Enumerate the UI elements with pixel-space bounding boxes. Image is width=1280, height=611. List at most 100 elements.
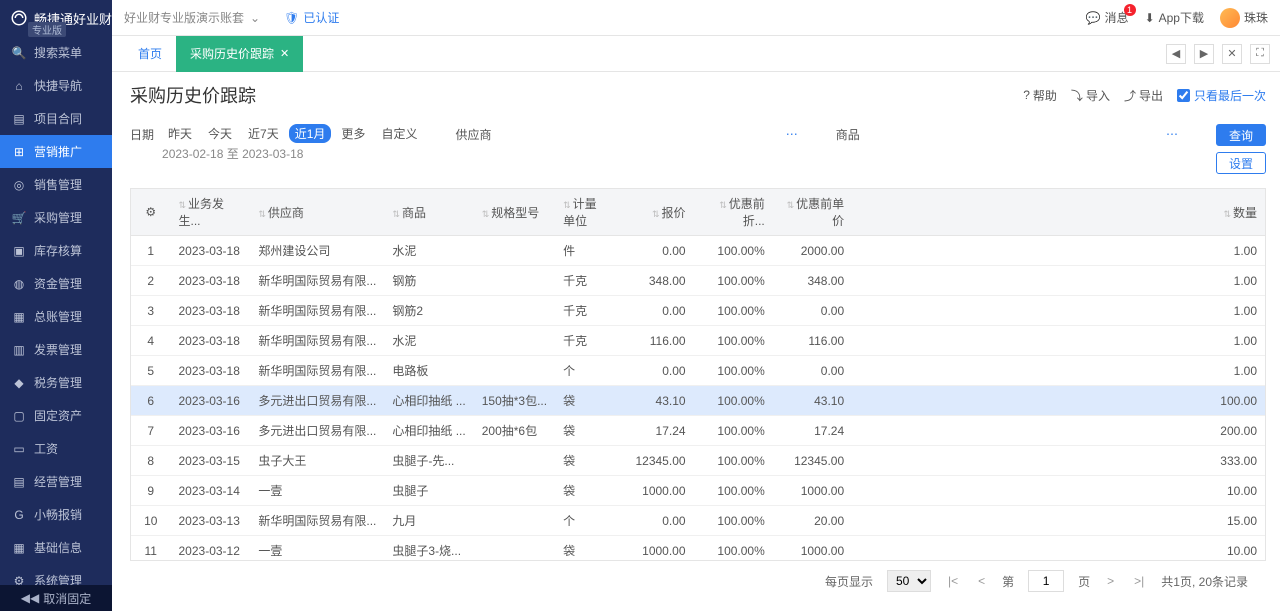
sidebar-item-inv[interactable]: ▥发票管理 — [0, 333, 112, 366]
export-link[interactable]: ⤴导出 — [1124, 87, 1163, 104]
org-name: 好业财专业版演示账套 — [124, 9, 244, 26]
tab-prev-button[interactable]: ◀ — [1166, 44, 1186, 64]
table-row[interactable]: 52023-03-18新华明国际贸易有限...电路板个0.00100.00%0.… — [131, 356, 1265, 386]
sort-icon[interactable]: ⇅ — [719, 200, 727, 210]
tax-icon: ◆ — [12, 376, 26, 390]
date-option[interactable]: 自定义 — [375, 124, 423, 143]
table-cell: 100.00% — [694, 266, 773, 296]
table-cell — [474, 476, 555, 506]
sidebar-item-label: 搜索菜单 — [34, 44, 82, 61]
prev-page-button[interactable]: < — [975, 574, 988, 588]
date-option[interactable]: 今天 — [202, 124, 238, 143]
column-header[interactable]: ⇅优惠前折... — [694, 189, 773, 236]
table-row[interactable]: 82023-03-15虫子大王虫腿子-先...袋12345.00100.00%1… — [131, 446, 1265, 476]
sidebar-item-label: 固定资产 — [34, 407, 82, 424]
next-page-button[interactable]: > — [1104, 574, 1117, 588]
export-label: 导出 — [1139, 87, 1163, 104]
table-cell: 2023-03-18 — [171, 326, 251, 356]
table-row[interactable]: 112023-03-12一壹虫腿子3-烧...袋1000.00100.00%10… — [131, 536, 1265, 561]
table-cell: 2023-03-18 — [171, 236, 251, 266]
sidebar-item-book[interactable]: ▦总账管理 — [0, 300, 112, 333]
sidebar-item-label: 营销推广 — [34, 143, 82, 160]
date-option[interactable]: 昨天 — [162, 124, 198, 143]
tab-home[interactable]: 首页 — [124, 36, 176, 72]
sort-icon[interactable]: ⇅ — [1223, 209, 1231, 219]
first-page-button[interactable]: |< — [945, 574, 961, 588]
product-more-button[interactable]: ⋯ — [1160, 127, 1184, 141]
table-cell: 7 — [131, 416, 171, 446]
sidebar-item-mega[interactable]: ⊞ 营销推广 — [0, 135, 112, 168]
tab-next-button[interactable]: ▶ — [1194, 44, 1214, 64]
table-row[interactable]: 12023-03-18郑州建设公司水泥件0.00100.00%2000.001.… — [131, 236, 1265, 266]
settings-button[interactable]: 设置 — [1216, 152, 1266, 174]
column-header[interactable]: ⇅报价 — [614, 189, 693, 236]
sidebar-item-wage[interactable]: ▭工资 — [0, 432, 112, 465]
sort-icon[interactable]: ⇅ — [787, 200, 795, 210]
tab-close-all-button[interactable]: ✕ — [1222, 44, 1242, 64]
sidebar-item-cart2[interactable]: 🛒采购管理 — [0, 201, 112, 234]
table-row[interactable]: 42023-03-18新华明国际贸易有限...水泥千克116.00100.00%… — [131, 326, 1265, 356]
sidebar-item-tax[interactable]: ◆税务管理 — [0, 366, 112, 399]
column-header[interactable]: ⇅供应商 — [250, 189, 384, 236]
table-row[interactable]: 32023-03-18新华明国际贸易有限...钢筋2千克0.00100.00%0… — [131, 296, 1265, 326]
help-link[interactable]: ?帮助 — [1023, 87, 1057, 104]
sidebar-item-money[interactable]: ◍资金管理 — [0, 267, 112, 300]
table-row[interactable]: 72023-03-16多元进出口贸易有限...心相印抽纸 ...200抽*6包袋… — [131, 416, 1265, 446]
sidebar-item-home[interactable]: ⌂快捷导航 — [0, 69, 112, 102]
sidebar-item-doc[interactable]: ▤项目合同 — [0, 102, 112, 135]
column-header[interactable]: ⇅商品 — [384, 189, 473, 236]
query-button[interactable]: 查询 — [1216, 124, 1266, 146]
date-option[interactable]: 近7天 — [242, 124, 285, 143]
last-page-button[interactable]: >| — [1131, 574, 1147, 588]
sort-icon[interactable]: ⇅ — [392, 209, 400, 219]
table-cell: 8 — [131, 446, 171, 476]
sidebar-item-biz[interactable]: ▤经营管理 — [0, 465, 112, 498]
table-row[interactable]: 22023-03-18新华明国际贸易有限...钢筋千克348.00100.00%… — [131, 266, 1265, 296]
table-cell — [474, 536, 555, 561]
column-header[interactable]: ⇅计量单位 — [555, 189, 614, 236]
sort-icon[interactable]: ⇅ — [482, 209, 490, 219]
user-menu[interactable]: 珠珠 — [1220, 8, 1268, 28]
column-header[interactable]: ⇅规格型号 — [474, 189, 555, 236]
table-cell: 9 — [131, 476, 171, 506]
column-header[interactable]: ⇅优惠前单价 — [773, 189, 852, 236]
sidebar-item-search[interactable]: 🔍搜索菜单 — [0, 36, 112, 69]
table-row[interactable]: 102023-03-13新华明国际贸易有限...九月个0.00100.00%20… — [131, 506, 1265, 536]
pin-toggle[interactable]: ◀◀ 取消固定 — [0, 585, 112, 611]
import-link[interactable]: ⤵导入 — [1071, 87, 1110, 104]
org-selector[interactable]: 好业财专业版演示账套 ⌄ — [124, 9, 260, 26]
sort-icon[interactable]: ⇅ — [652, 209, 660, 219]
sidebar-item-base[interactable]: ▦基础信息 — [0, 531, 112, 564]
gear-icon[interactable]: ⚙ — [145, 205, 156, 219]
date-option[interactable]: 更多 — [335, 124, 371, 143]
date-option[interactable]: 近1月 — [289, 124, 332, 143]
table-cell: 15.00 — [852, 506, 1265, 536]
only-last-checkbox[interactable]: 只看最后一次 — [1177, 87, 1266, 104]
only-last-input[interactable] — [1177, 89, 1190, 102]
column-header[interactable]: ⇅业务发生... — [171, 189, 251, 236]
page-input[interactable] — [1028, 570, 1064, 592]
table-cell: 2023-03-15 — [171, 446, 251, 476]
download-button[interactable]: ⬇ App下载 — [1145, 9, 1204, 26]
table-row[interactable]: 92023-03-14一壹虫腿子袋1000.00100.00%1000.0010… — [131, 476, 1265, 506]
table-cell: 钢筋 — [384, 266, 473, 296]
sidebar-item-box[interactable]: ▣库存核算 — [0, 234, 112, 267]
close-icon[interactable]: ✕ — [280, 47, 289, 60]
tab-active[interactable]: 采购历史价跟踪 ✕ — [176, 36, 303, 72]
column-header[interactable]: ⚙ — [131, 189, 171, 236]
sidebar-item-g[interactable]: G小畅报销 — [0, 498, 112, 531]
mega-icon: ⊞ — [12, 145, 26, 159]
table-cell: 千克 — [555, 326, 614, 356]
table-row[interactable]: 62023-03-16多元进出口贸易有限...心相印抽纸 ...150抽*3包.… — [131, 386, 1265, 416]
messages-button[interactable]: 💬 消息 1 — [1086, 9, 1129, 26]
column-header[interactable]: ⇅数量 — [852, 189, 1265, 236]
supplier-more-button[interactable]: ⋯ — [780, 127, 804, 141]
per-page-select[interactable]: 50 — [887, 570, 931, 592]
sort-icon[interactable]: ⇅ — [258, 209, 266, 219]
sort-icon[interactable]: ⇅ — [563, 200, 571, 210]
sidebar-item-asset[interactable]: ▢固定资产 — [0, 399, 112, 432]
table-cell: 2023-03-18 — [171, 296, 251, 326]
fullscreen-button[interactable]: ⛶ — [1250, 44, 1270, 64]
sidebar-item-cart[interactable]: ◎销售管理 — [0, 168, 112, 201]
sort-icon[interactable]: ⇅ — [179, 200, 187, 210]
